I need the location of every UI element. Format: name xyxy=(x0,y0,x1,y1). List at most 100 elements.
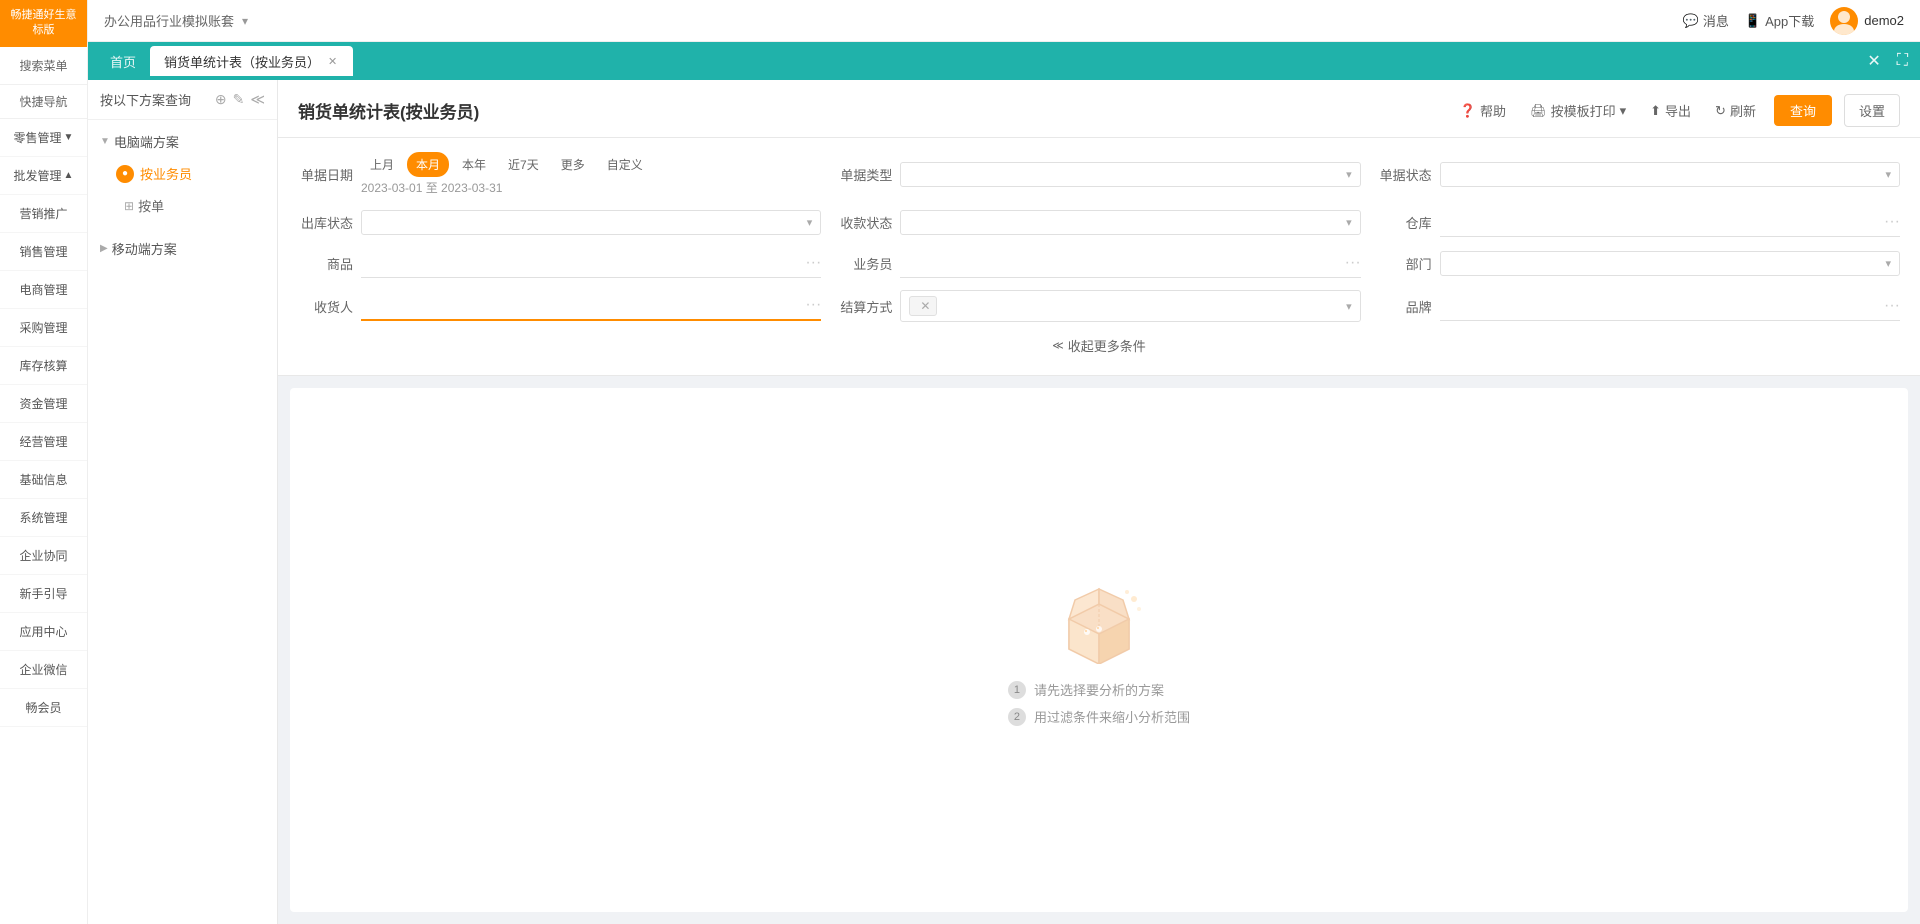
brand-filter: 品牌 ··· xyxy=(1377,292,1900,321)
collectstatus-label: 收款状态 xyxy=(837,213,892,232)
brand-dots: ··· xyxy=(1884,297,1900,315)
sidebar-item-appcenter[interactable]: 应用中心 xyxy=(0,613,87,651)
sidebar-item-ecommerce[interactable]: 电商管理 xyxy=(0,271,87,309)
left-panel: 按以下方案查询 ⊕ ✎ ≪ ▼ 电脑端方案 ● 按业务员 ⊞ 按单 xyxy=(88,80,278,924)
docstatus-select[interactable]: ▾ xyxy=(1440,162,1900,187)
recipient-input[interactable]: ··· xyxy=(361,291,821,321)
warehouse-label: 仓库 xyxy=(1377,213,1432,232)
topbar-app-download-btn[interactable]: 📱 App下载 xyxy=(1745,11,1814,30)
warehouse-input[interactable]: ··· xyxy=(1440,208,1900,237)
scheme-group-mobile-header[interactable]: ▶ 移动端方案 xyxy=(88,233,277,264)
topbar: 办公用品行业模拟账套 ▾ 💬 消息 📱 App下载 demo2 xyxy=(88,0,1920,42)
collapse-btn[interactable]: ≪ 收起更多条件 xyxy=(298,330,1900,361)
sidebar-item-member[interactable]: 畅会员 xyxy=(0,689,87,727)
tab-sales-stat[interactable]: 销货单统计表（按业务员） ✕ xyxy=(150,46,353,76)
sidebar-item-system[interactable]: 系统管理 xyxy=(0,499,87,537)
topbar-app-name: 办公用品行业模拟账套 xyxy=(104,11,234,30)
empty-tip-1: 1 请先选择要分析的方案 xyxy=(1008,680,1190,699)
left-panel-title: 按以下方案查询 xyxy=(100,90,191,109)
doctype-select[interactable]: ▾ xyxy=(900,162,1360,187)
page-header-top: 销货单统计表(按业务员) ❓ 帮助 🖨 按模板打印 ▾ ⬆ xyxy=(298,94,1900,127)
dept-arrow: ▾ xyxy=(1885,257,1891,270)
export-btn[interactable]: ⬆ 导出 xyxy=(1644,97,1697,124)
date-tab-thismonth[interactable]: 本月 xyxy=(407,152,449,177)
date-label: 单据日期 xyxy=(298,165,353,184)
sidebar-item-marketing[interactable]: 营销推广 xyxy=(0,195,87,233)
topbar-msg-btn[interactable]: 💬 消息 xyxy=(1683,11,1729,30)
sidebar-item-sales[interactable]: 销售管理 xyxy=(0,233,87,271)
username-label: demo2 xyxy=(1864,13,1904,28)
scheme-group-mobile-label: 移动端方案 xyxy=(112,239,177,258)
goods-input[interactable]: ··· xyxy=(361,249,821,278)
settlement-filter: 结算方式 ✕ ▾ xyxy=(837,290,1360,322)
scheme-group-mobile-arrow: ▶ xyxy=(100,243,108,254)
docstatus-filter: 单据状态 ▾ xyxy=(1377,162,1900,187)
scheme-item-salesperson-label: 按业务员 xyxy=(140,164,192,183)
maximize-icon[interactable]: ⛶ xyxy=(1893,48,1912,74)
scheme-item-by-order[interactable]: ⊞ 按单 xyxy=(88,190,277,221)
settlement-tag-close[interactable]: ✕ xyxy=(920,299,930,313)
empty-state-icon xyxy=(1049,574,1149,664)
tab-close-icon[interactable]: ✕ xyxy=(326,55,339,68)
scheme-group-desktop-header[interactable]: ▼ 电脑端方案 xyxy=(88,126,277,157)
edit-scheme-icon[interactable]: ✎ xyxy=(233,91,245,108)
collectstatus-arrow: ▾ xyxy=(1346,216,1352,229)
date-tab-custom[interactable]: 自定义 xyxy=(598,152,652,177)
sidebar-logo[interactable]: 畅捷通好生意 标版 xyxy=(0,0,87,47)
collapse-panel-icon[interactable]: ≪ xyxy=(250,91,265,108)
sidebar-item-inventory[interactable]: 库存核算 xyxy=(0,347,87,385)
outstatus-arrow: ▾ xyxy=(807,216,813,229)
settlement-select[interactable]: ✕ ▾ xyxy=(900,290,1360,322)
collapse-label: 收起更多条件 xyxy=(1068,336,1146,355)
outstatus-filter: 出库状态 ▾ xyxy=(298,210,821,235)
tab-home[interactable]: 首页 xyxy=(96,46,150,76)
refresh-label: 刷新 xyxy=(1730,101,1756,120)
sidebar-item-finance[interactable]: 资金管理 xyxy=(0,385,87,423)
template-print-btn[interactable]: 🖨 按模板打印 ▾ xyxy=(1524,97,1632,124)
template-print-label: 按模板打印 xyxy=(1551,101,1616,120)
query-btn[interactable]: 查询 xyxy=(1774,95,1832,126)
close-tab-icon[interactable]: ✕ xyxy=(1863,47,1884,75)
recipient-label: 收货人 xyxy=(298,297,353,316)
sidebar-item-retail[interactable]: 零售管理 ▼ xyxy=(0,119,87,157)
sidebar-item-wholesale[interactable]: 批发管理 ▲ xyxy=(0,157,87,195)
scheme-group-desktop-arrow: ▼ xyxy=(100,136,110,147)
add-scheme-icon[interactable]: ⊕ xyxy=(215,91,227,108)
help-btn[interactable]: ❓ 帮助 xyxy=(1454,97,1512,124)
sidebar-item-newbie[interactable]: 新手引导 xyxy=(0,575,87,613)
sidebar-item-purchase[interactable]: 采购管理 xyxy=(0,309,87,347)
date-tab-lastmonth[interactable]: 上月 xyxy=(361,152,403,177)
topbar-dropdown-icon[interactable]: ▾ xyxy=(242,14,248,28)
outstatus-label: 出库状态 xyxy=(298,213,353,232)
collectstatus-select[interactable]: ▾ xyxy=(900,210,1360,235)
help-icon: ❓ xyxy=(1460,103,1476,119)
dept-select[interactable]: ▾ xyxy=(1440,251,1900,276)
settlement-label: 结算方式 xyxy=(837,297,892,316)
sidebar-item-wechat[interactable]: 企业微信 xyxy=(0,651,87,689)
sidebar-item-operations[interactable]: 经营管理 xyxy=(0,423,87,461)
topbar-user-btn[interactable]: demo2 xyxy=(1830,7,1904,35)
scheme-group-desktop-label: 电脑端方案 xyxy=(114,132,179,151)
dept-label: 部门 xyxy=(1377,254,1432,273)
left-panel-header: 按以下方案查询 ⊕ ✎ ≪ xyxy=(88,80,277,120)
collapse-icon: ≪ xyxy=(1052,339,1064,352)
sidebar-item-basic[interactable]: 基础信息 xyxy=(0,461,87,499)
scheme-item-by-salesperson[interactable]: ● 按业务员 xyxy=(88,157,277,190)
date-tab-thisyear[interactable]: 本年 xyxy=(453,152,495,177)
salesperson-label: 业务员 xyxy=(837,254,892,273)
outstatus-select[interactable]: ▾ xyxy=(361,210,821,235)
tip-text-2: 用过滤条件来缩小分析范围 xyxy=(1034,707,1190,726)
warehouse-filter: 仓库 ··· xyxy=(1377,208,1900,237)
salesperson-input[interactable]: ··· xyxy=(900,249,1360,278)
sidebar-item-search[interactable]: 搜索菜单 xyxy=(0,47,87,85)
sidebar-item-quicknav[interactable]: 快捷导航 xyxy=(0,85,87,119)
sidebar-item-cooperation[interactable]: 企业协同 xyxy=(0,537,87,575)
goods-filter: 商品 ··· xyxy=(298,249,821,278)
refresh-btn[interactable]: ↻ 刷新 xyxy=(1709,97,1762,124)
date-tab-more[interactable]: 更多 xyxy=(552,152,594,177)
settings-btn[interactable]: 设置 xyxy=(1844,94,1900,127)
wholesale-expand-icon: ▲ xyxy=(64,170,74,181)
goods-label: 商品 xyxy=(298,254,353,273)
brand-input[interactable]: ··· xyxy=(1440,292,1900,321)
date-tab-7days[interactable]: 近7天 xyxy=(499,152,548,177)
